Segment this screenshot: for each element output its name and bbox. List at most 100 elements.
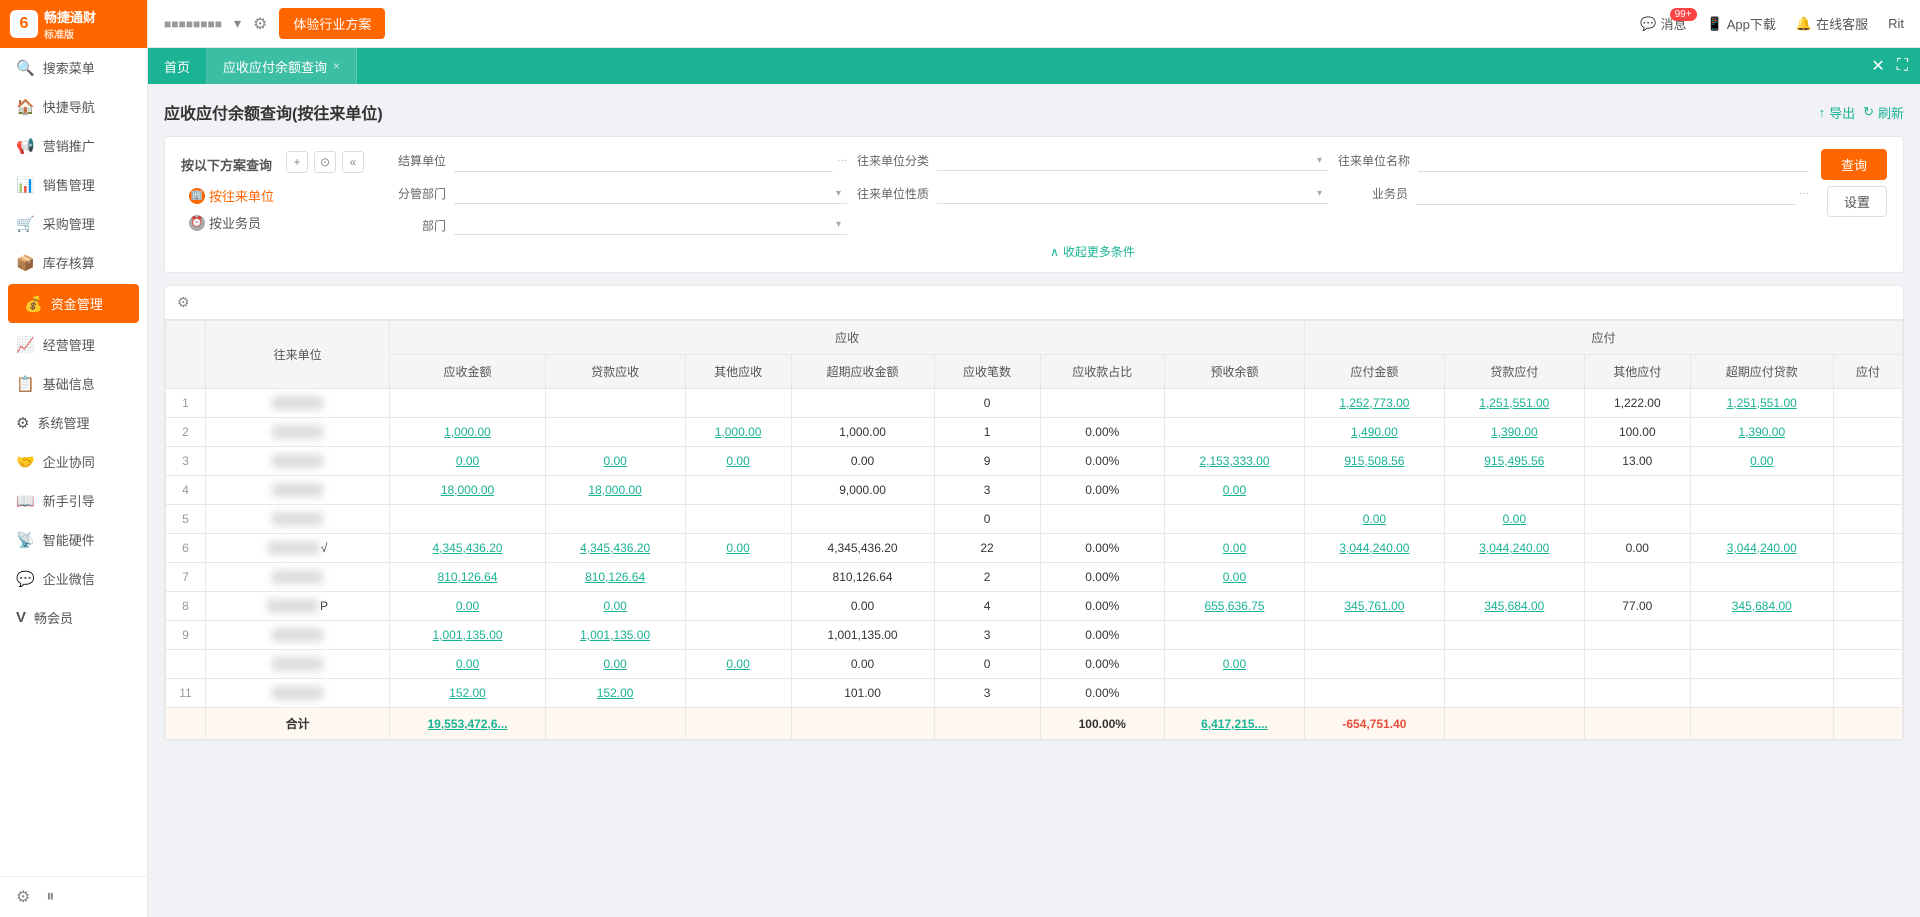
partner-nature-select[interactable]: ▾ — [937, 184, 1328, 204]
pay-overdue[interactable]: 0.00 — [1690, 447, 1833, 476]
online-support-button[interactable]: 🔔 在线客服 — [1796, 14, 1868, 33]
total-rec-amt[interactable]: 19,553,472,6... — [390, 708, 545, 740]
sidebar-item-marketing[interactable]: 📢 营销推广 — [0, 126, 147, 165]
rec-other[interactable]: 0.00 — [685, 534, 791, 563]
rec-amt[interactable]: 1,000.00 — [390, 418, 545, 447]
rec-amt[interactable]: 0.00 — [390, 592, 545, 621]
sidebar-item-inventory[interactable]: 📦 库存核算 — [0, 243, 147, 282]
rec-loan[interactable]: 1,001,135.00 — [545, 621, 685, 650]
breadcrumb-dropdown[interactable]: ▾ — [234, 15, 241, 32]
partner-category-select[interactable]: ▾ — [937, 151, 1328, 171]
settings-button[interactable]: 设置 — [1827, 186, 1887, 217]
rec-loan[interactable]: 0.00 — [545, 592, 685, 621]
pay-overdue[interactable]: 3,044,240.00 — [1690, 534, 1833, 563]
sidebar-item-member[interactable]: V 畅会员 — [0, 598, 147, 637]
filter-collapse-btn[interactable]: « — [342, 151, 364, 173]
user-info[interactable]: Rit — [1888, 16, 1904, 31]
dept-select[interactable]: ▾ — [454, 215, 847, 235]
promo-button[interactable]: 体验行业方案 — [279, 8, 385, 39]
settlement-unit-input[interactable]: ··· — [454, 149, 847, 172]
pay-amt[interactable]: 345,761.00 — [1304, 592, 1444, 621]
tab-home[interactable]: 首页 — [148, 48, 207, 84]
rec-loan[interactable]: 18,000.00 — [545, 476, 685, 505]
query-button[interactable]: 查询 — [1821, 149, 1887, 180]
sidebar-item-search[interactable]: 🔍 搜索菜单 — [0, 48, 147, 87]
pay-loan[interactable]: 0.00 — [1444, 505, 1584, 534]
sidebar-item-enterprise[interactable]: 🤝 企业协同 — [0, 442, 147, 481]
table-settings-icon[interactable]: ⚙ — [177, 294, 190, 311]
salesman-field[interactable] — [1416, 182, 1795, 205]
dept-manager-select[interactable]: ▾ — [454, 184, 847, 204]
rec-amt[interactable]: 4,345,436.20 — [390, 534, 545, 563]
pay-amt[interactable]: 915,508.56 — [1304, 447, 1444, 476]
pay-loan[interactable]: 1,251,551.00 — [1444, 389, 1584, 418]
sidebar-item-wechat[interactable]: 💬 企业微信 — [0, 559, 147, 598]
header-settings-icon[interactable]: ⚙ — [253, 14, 267, 34]
refresh-button[interactable]: ↻ 刷新 — [1863, 103, 1904, 122]
pay-loan[interactable]: 345,684.00 — [1444, 592, 1584, 621]
rec-amt[interactable]: 1,001,135.00 — [390, 621, 545, 650]
partner-name-field[interactable] — [1418, 149, 1809, 172]
filter-nav-by-partner[interactable]: 🏢 按往来单位 — [181, 182, 364, 209]
collapse-filter-btn[interactable]: ∧ 收起更多条件 — [376, 243, 1809, 260]
salesman-input[interactable]: ··· — [1416, 182, 1809, 205]
settings-bottom-icon[interactable]: ⚙ — [16, 887, 30, 907]
sidebar-item-operation[interactable]: 📈 经营管理 — [0, 325, 147, 364]
pay-amt[interactable]: 1,490.00 — [1304, 418, 1444, 447]
pay-loan[interactable]: 3,044,240.00 — [1444, 534, 1584, 563]
sidebar-item-quick-nav[interactable]: 🏠 快捷导航 — [0, 87, 147, 126]
rec-ratio: 0.00% — [1040, 447, 1164, 476]
rec-amt[interactable]: 152.00 — [390, 679, 545, 708]
tab-current[interactable]: 应收应付余额查询 × — [207, 48, 357, 84]
rec-other[interactable]: 0.00 — [685, 650, 791, 679]
tab-close-icon[interactable]: × — [333, 59, 340, 73]
pre-balance[interactable]: 0.00 — [1165, 563, 1305, 592]
pre-balance[interactable]: 0.00 — [1165, 534, 1305, 563]
pay-amt[interactable]: 0.00 — [1304, 505, 1444, 534]
app-download-button[interactable]: 📱 App下载 — [1707, 14, 1776, 33]
pre-balance[interactable]: 0.00 — [1165, 476, 1305, 505]
collapse-sidebar-icon[interactable]: ⏸ — [46, 888, 54, 906]
rec-loan[interactable]: 152.00 — [545, 679, 685, 708]
rec-loan[interactable]: 0.00 — [545, 650, 685, 679]
message-button[interactable]: 💬 消息 99+ — [1640, 14, 1686, 33]
logo-icon: 6 — [10, 10, 38, 38]
partner-name: ■■■■■■■ — [206, 476, 390, 505]
sidebar-item-guide[interactable]: 📖 新手引导 — [0, 481, 147, 520]
pay-loan[interactable]: 1,390.00 — [1444, 418, 1584, 447]
sidebar-item-finance[interactable]: 💰 资金管理 — [8, 284, 139, 323]
rec-loan[interactable]: 0.00 — [545, 447, 685, 476]
tab-close-window-icon[interactable]: ✕ — [1871, 56, 1884, 76]
sidebar-item-hardware[interactable]: 📡 智能硬件 — [0, 520, 147, 559]
settlement-unit-dots[interactable]: ··· — [837, 155, 847, 166]
rec-amt[interactable]: 810,126.64 — [390, 563, 545, 592]
pay-amt[interactable]: 1,252,773.00 — [1304, 389, 1444, 418]
pre-balance[interactable]: 0.00 — [1165, 650, 1305, 679]
rec-other[interactable]: 0.00 — [685, 447, 791, 476]
filter-settings-btn[interactable]: ⊙ — [314, 151, 336, 173]
rec-amt[interactable]: 0.00 — [390, 650, 545, 679]
sidebar-item-purchase[interactable]: 🛒 采购管理 — [0, 204, 147, 243]
pre-balance[interactable]: 655,636.75 — [1165, 592, 1305, 621]
export-button[interactable]: ↑ 导出 — [1819, 103, 1856, 122]
sidebar-item-system[interactable]: ⚙ 系统管理 — [0, 403, 147, 442]
pay-overdue[interactable]: 1,390.00 — [1690, 418, 1833, 447]
tab-expand-icon[interactable]: ⛶ — [1897, 57, 1908, 75]
pay-amt[interactable]: 3,044,240.00 — [1304, 534, 1444, 563]
filter-add-btn[interactable]: + — [286, 151, 308, 173]
rec-loan[interactable]: 4,345,436.20 — [545, 534, 685, 563]
sidebar-item-sales[interactable]: 📊 销售管理 — [0, 165, 147, 204]
salesman-dots[interactable]: ··· — [1799, 188, 1809, 199]
rec-loan[interactable]: 810,126.64 — [545, 563, 685, 592]
pay-overdue[interactable]: 1,251,551.00 — [1690, 389, 1833, 418]
pay-overdue[interactable]: 345,684.00 — [1690, 592, 1833, 621]
pay-loan[interactable]: 915,495.56 — [1444, 447, 1584, 476]
rec-other[interactable]: 1,000.00 — [685, 418, 791, 447]
pre-balance[interactable]: 2,153,333.00 — [1165, 447, 1305, 476]
rec-amt[interactable]: 18,000.00 — [390, 476, 545, 505]
filter-nav-by-salesman[interactable]: ⏰ 按业务员 — [181, 209, 364, 236]
rec-amt[interactable]: 0.00 — [390, 447, 545, 476]
settlement-unit-field[interactable] — [454, 149, 833, 172]
sidebar-item-basic-info[interactable]: 📋 基础信息 — [0, 364, 147, 403]
total-pre-balance[interactable]: 6,417,215.... — [1165, 708, 1305, 740]
